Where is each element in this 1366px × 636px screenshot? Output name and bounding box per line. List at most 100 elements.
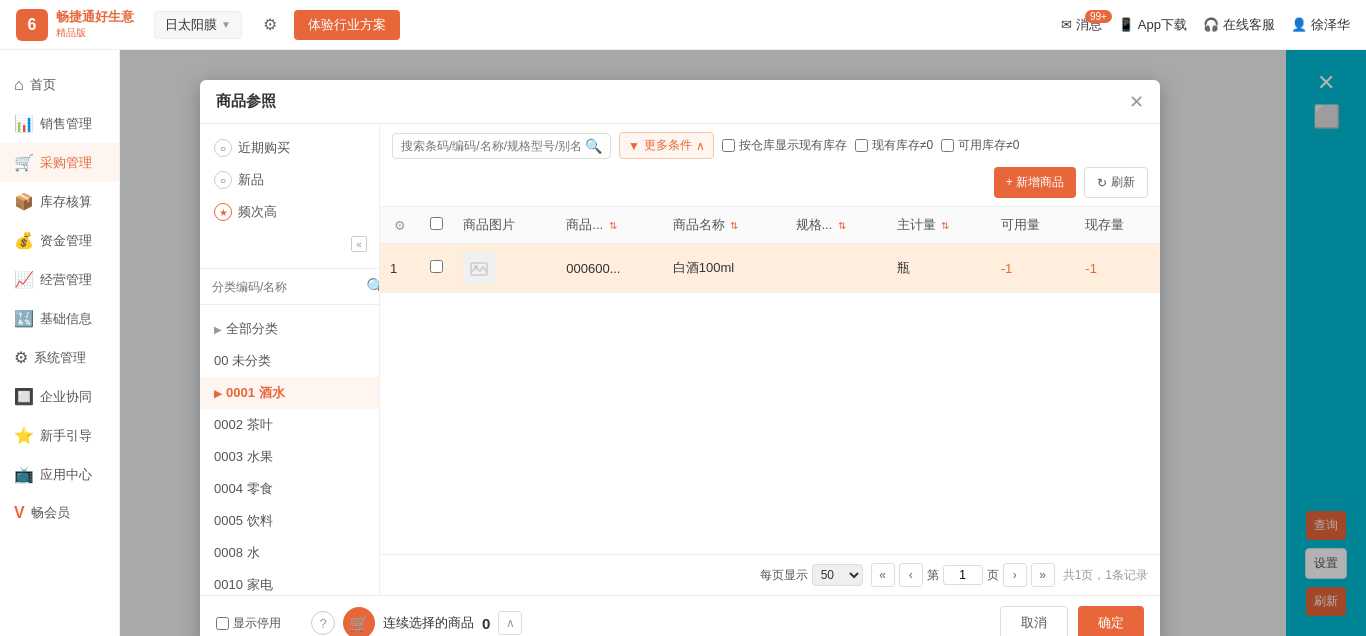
cat-uncategorized[interactable]: 00 未分类 bbox=[200, 345, 379, 377]
page-unit: 页 bbox=[987, 567, 999, 584]
category-search-input[interactable] bbox=[212, 280, 362, 294]
col-header-name[interactable]: 商品名称 ⇅ bbox=[663, 207, 786, 244]
app-download-item[interactable]: 📱 App下载 bbox=[1118, 16, 1187, 34]
sidebar-item-vip[interactable]: V 畅会员 bbox=[0, 494, 119, 532]
continuous-select-label: 连续选择的商品 bbox=[383, 614, 474, 632]
more-filter-button[interactable]: ▼ 更多条件 ∧ bbox=[619, 132, 714, 159]
add-product-button[interactable]: + 新增商品 bbox=[994, 167, 1076, 198]
user-name: 徐泽华 bbox=[1311, 16, 1350, 34]
category-search-icon[interactable]: 🔍 bbox=[366, 277, 380, 296]
row-checkbox[interactable] bbox=[430, 260, 443, 273]
app-download-label: App下载 bbox=[1138, 16, 1187, 34]
cat-liquor[interactable]: ▶ 0001 酒水 bbox=[200, 377, 379, 409]
store-selector[interactable]: 日太阳膜 ▼ bbox=[154, 11, 242, 39]
sidebar-item-purchase[interactable]: 🛒 采购管理 bbox=[0, 143, 119, 182]
cat-uncategorized-label: 00 未分类 bbox=[214, 352, 271, 370]
col-header-spec[interactable]: 规格... ⇅ bbox=[786, 207, 887, 244]
sidebar-item-finance[interactable]: 💰 资金管理 bbox=[0, 221, 119, 260]
page-number-input[interactable] bbox=[943, 565, 983, 585]
row-stock: -1 bbox=[1075, 244, 1160, 293]
prev-page-button[interactable]: ‹ bbox=[899, 563, 923, 587]
cat-appliance[interactable]: 0010 家电 bbox=[200, 569, 379, 595]
cat-fruit[interactable]: 0003 水果 bbox=[200, 441, 379, 473]
sidebar-item-inventory[interactable]: 📦 库存核算 bbox=[0, 182, 119, 221]
sidebar-label-finance: 资金管理 bbox=[40, 232, 92, 250]
trial-button[interactable]: 体验行业方案 bbox=[294, 10, 400, 40]
nav-right: ✉ 消息 99+ 📱 App下载 🎧 在线客服 👤 徐泽华 bbox=[1061, 16, 1350, 34]
message-item[interactable]: ✉ 消息 99+ bbox=[1061, 16, 1102, 34]
cat-snack[interactable]: 0004 零食 bbox=[200, 473, 379, 505]
left-sidebar: ⌂ 首页 📊 销售管理 🛒 采购管理 📦 库存核算 💰 资金管理 📈 经营 bbox=[0, 50, 120, 636]
last-page-button[interactable]: » bbox=[1031, 563, 1055, 587]
sidebar-label-guide: 新手引导 bbox=[40, 427, 92, 445]
modal-close-button[interactable]: ✕ bbox=[1129, 93, 1144, 111]
sidebar-item-sales[interactable]: 📊 销售管理 bbox=[0, 104, 119, 143]
sidebar-label-business: 经营管理 bbox=[40, 271, 92, 289]
warehouse-stock-checkbox[interactable] bbox=[722, 139, 735, 152]
col-header-unit[interactable]: 主计量 ⇅ bbox=[887, 207, 991, 244]
shortcut-frequent[interactable]: ★ 频次高 bbox=[200, 196, 379, 228]
filter-label: 更多条件 bbox=[644, 137, 692, 154]
confirm-button[interactable]: 确定 bbox=[1078, 606, 1144, 636]
column-settings-icon[interactable]: ⚙ bbox=[390, 215, 410, 235]
cat-all[interactable]: ▶ 全部分类 bbox=[200, 313, 379, 345]
category-list: ▶ 全部分类 00 未分类 ▶ 0001 酒水 0002 茶叶 bbox=[200, 305, 379, 595]
brand-name: 畅捷通好生意 bbox=[56, 9, 134, 26]
row-available: -1 bbox=[991, 244, 1076, 293]
user-item[interactable]: 👤 徐泽华 bbox=[1291, 16, 1350, 34]
store-name: 日太阳膜 bbox=[165, 16, 217, 34]
select-all-checkbox[interactable] bbox=[430, 217, 443, 230]
sort-code-icon: ⇅ bbox=[609, 220, 617, 231]
collapse-footer-button[interactable]: ∧ bbox=[498, 611, 522, 635]
table-row[interactable]: 1 bbox=[380, 244, 1160, 293]
store-arrow-icon: ▼ bbox=[221, 19, 231, 30]
first-page-button[interactable]: « bbox=[871, 563, 895, 587]
settings-nav-icon[interactable]: ⚙ bbox=[254, 9, 286, 41]
sidebar-label-basic: 基础信息 bbox=[40, 310, 92, 328]
product-thumbnail bbox=[463, 252, 495, 284]
sidebar-label-enterprise: 企业协同 bbox=[40, 388, 92, 406]
sidebar-item-business[interactable]: 📈 经营管理 bbox=[0, 260, 119, 299]
sidebar-item-home[interactable]: ⌂ 首页 bbox=[0, 66, 119, 104]
show-disabled-checkbox-label[interactable]: 显示停用 bbox=[216, 615, 281, 632]
nonzero-stock-checkbox-label[interactable]: 现有库存≠0 bbox=[855, 137, 933, 154]
cat-tea[interactable]: 0002 茶叶 bbox=[200, 409, 379, 441]
product-search-input[interactable] bbox=[401, 139, 581, 153]
show-disabled-checkbox[interactable] bbox=[216, 617, 229, 630]
next-page-button[interactable]: › bbox=[1003, 563, 1027, 587]
product-table-container: ⚙ 商品图片 商品... ⇅ bbox=[380, 207, 1160, 554]
row-name: 白酒100ml bbox=[663, 244, 786, 293]
sidebar-item-enterprise[interactable]: 🔲 企业协同 bbox=[0, 377, 119, 416]
toolbar-right-actions: + 新增商品 ↻ 刷新 bbox=[994, 167, 1148, 198]
content-area: ✕ ⬜ 查询 设置 刷新 商品参照 ✕ ○ 近期购买 bbox=[120, 50, 1366, 636]
sidebar-label-purchase: 采购管理 bbox=[40, 154, 92, 172]
warehouse-stock-checkbox-label[interactable]: 按仓库显示现有库存 bbox=[722, 137, 847, 154]
refresh-button[interactable]: ↻ 刷新 bbox=[1084, 167, 1148, 198]
footer-right-actions: 取消 确定 bbox=[1000, 606, 1144, 636]
cat-water[interactable]: 0008 水 bbox=[200, 537, 379, 569]
nonzero-stock-checkbox[interactable] bbox=[855, 139, 868, 152]
help-icon[interactable]: ? bbox=[311, 611, 335, 635]
page-size-select[interactable]: 10 20 50 100 bbox=[812, 564, 863, 586]
shortcut-new-label: 新品 bbox=[238, 171, 264, 189]
cart-icon-button[interactable]: 🛒 bbox=[343, 607, 375, 636]
shortcut-frequent-label: 频次高 bbox=[238, 203, 277, 221]
product-search-icon[interactable]: 🔍 bbox=[585, 138, 602, 154]
modal-header: 商品参照 ✕ bbox=[200, 80, 1160, 124]
sidebar-item-apps[interactable]: 📺 应用中心 bbox=[0, 455, 119, 494]
col-header-code[interactable]: 商品... ⇅ bbox=[556, 207, 662, 244]
online-service-item[interactable]: 🎧 在线客服 bbox=[1203, 16, 1275, 34]
cat-beverage[interactable]: 0005 饮料 bbox=[200, 505, 379, 537]
shortcut-recent[interactable]: ○ 近期购买 bbox=[200, 132, 379, 164]
available-nonzero-checkbox[interactable] bbox=[941, 139, 954, 152]
sales-icon: 📊 bbox=[14, 114, 34, 133]
sidebar-item-guide[interactable]: ⭐ 新手引导 bbox=[0, 416, 119, 455]
shortcut-new[interactable]: ○ 新品 bbox=[200, 164, 379, 196]
available-nonzero-checkbox-label[interactable]: 可用库存≠0 bbox=[941, 137, 1019, 154]
cancel-button[interactable]: 取消 bbox=[1000, 606, 1068, 636]
sidebar-item-system[interactable]: ⚙ 系统管理 bbox=[0, 338, 119, 377]
sidebar-item-basic[interactable]: 🔣 基础信息 bbox=[0, 299, 119, 338]
guide-icon: ⭐ bbox=[14, 426, 34, 445]
home-icon: ⌂ bbox=[14, 76, 24, 94]
collapse-sidebar-button[interactable]: « bbox=[351, 236, 367, 252]
